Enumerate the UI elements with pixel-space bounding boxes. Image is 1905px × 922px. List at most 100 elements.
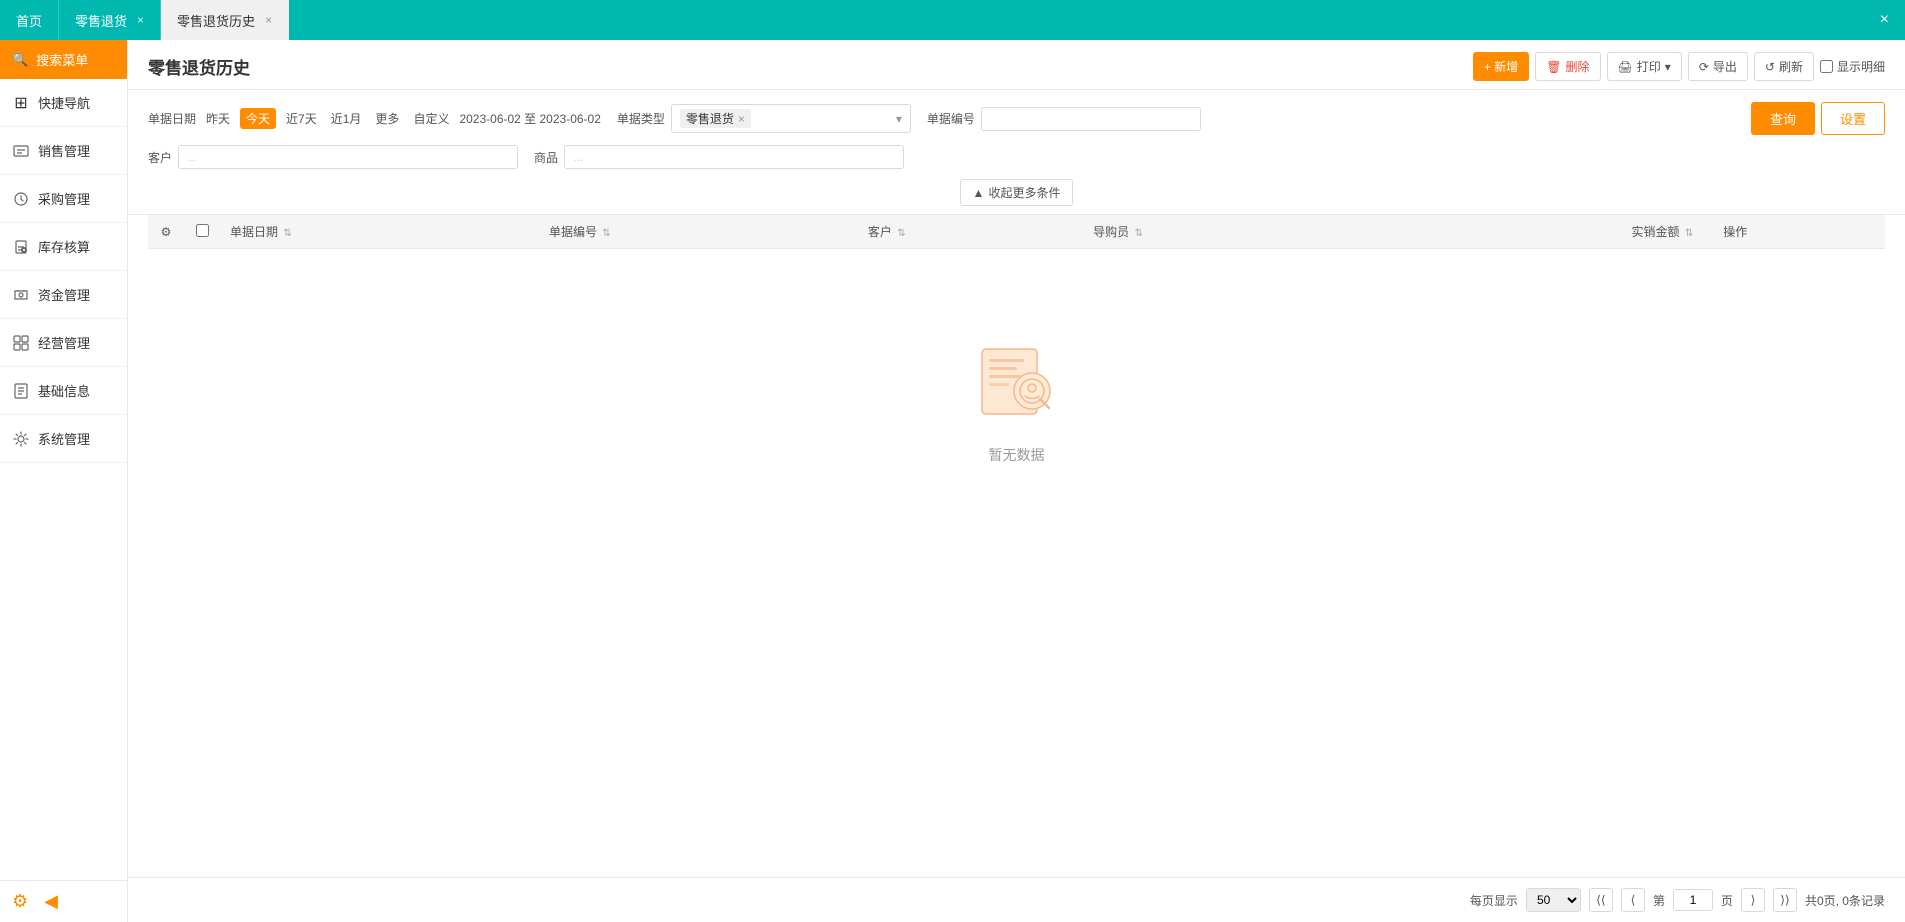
per-page-select[interactable]: 50 10 20 100: [1526, 888, 1581, 912]
date-range-display: 2023-06-02 至 2023-06-02: [459, 110, 600, 127]
date-option-custom[interactable]: 自定义: [409, 108, 453, 129]
sidebar-item-system[interactable]: 系统管理: [0, 415, 127, 463]
sidebar-item-system-label: 系统管理: [38, 429, 90, 448]
customer-filter-item: 客户 ...: [148, 145, 518, 169]
delete-icon: 🗑: [1546, 60, 1561, 74]
date-option-yesterday[interactable]: 昨天: [202, 108, 234, 129]
empty-state-row: 暂无数据: [148, 249, 1885, 546]
collapse-row: ▲ 收起更多条件: [148, 179, 1885, 206]
page-label: 第: [1653, 892, 1665, 909]
basic-info-icon: [12, 382, 30, 400]
sidebar-item-quick-nav[interactable]: ⊞ 快捷导航: [0, 79, 127, 127]
sidebar-item-sales[interactable]: 销售管理: [0, 127, 127, 175]
tab-retail-return-history-close[interactable]: ×: [265, 13, 272, 27]
search-icon: 🔍: [12, 52, 28, 68]
next-page-button[interactable]: ⟩: [1741, 888, 1765, 912]
refresh-button[interactable]: ↺ 刷新: [1754, 52, 1814, 81]
voucher-type-label: 单据类型: [617, 110, 665, 127]
export-button[interactable]: ⟳ 导出: [1688, 52, 1748, 81]
sidebar-search[interactable]: 🔍 搜索菜单: [0, 40, 127, 79]
voucher-type-filter-item: 单据类型 零售退货 × ▾: [617, 104, 911, 133]
th-amount-label: 实销金额: [1632, 225, 1680, 239]
quick-nav-icon: ⊞: [12, 94, 30, 112]
customer-placeholder: ...: [187, 150, 197, 164]
date-option-more[interactable]: 更多: [371, 108, 403, 129]
export-icon: ⟳: [1699, 60, 1709, 74]
print-icon: 🖨: [1618, 60, 1633, 74]
th-operations: 操作: [1713, 215, 1885, 249]
current-page-input[interactable]: [1673, 889, 1713, 911]
tab-retail-return-history-label: 零售退货历史: [177, 11, 255, 30]
query-button[interactable]: 查询: [1751, 102, 1815, 135]
th-guide[interactable]: 导购员 ⇅: [1083, 215, 1355, 249]
date-option-today[interactable]: 今天: [240, 108, 276, 129]
sidebar-item-purchase-label: 采购管理: [38, 189, 90, 208]
empty-state: 暂无数据: [148, 249, 1885, 545]
voucher-number-label: 单据编号: [927, 110, 975, 127]
voucher-type-clear-icon[interactable]: ×: [738, 112, 745, 126]
th-amount[interactable]: 实销金额 ⇅: [1355, 215, 1713, 249]
voucher-number-filter-item: 单据编号: [927, 107, 1201, 131]
content-area: 零售退货历史 + 新增 🗑 删除 🖨 打印 ▾ ⟳ 导出 ↺: [128, 40, 1905, 922]
show-detail-checkbox[interactable]: [1820, 60, 1833, 73]
date-options-group: 昨天 今天 近7天 近1月 更多 自定义: [202, 108, 453, 129]
add-button[interactable]: + 新增: [1473, 52, 1529, 81]
settings-gear-icon[interactable]: ⚙: [12, 891, 28, 912]
column-settings-icon[interactable]: ⚙: [161, 225, 172, 239]
sidebar-item-inventory[interactable]: 库存核算: [0, 223, 127, 271]
last-page-button[interactable]: ⟩⟩: [1773, 888, 1797, 912]
tab-retail-return-label: 零售退货: [75, 11, 127, 30]
table-header-row: ⚙ 单据日期 ⇅ 单据编号 ⇅: [148, 215, 1885, 249]
tab-retail-return[interactable]: 零售退货 ×: [59, 0, 161, 40]
table-container: ⚙ 单据日期 ⇅ 单据编号 ⇅: [128, 215, 1905, 877]
prev-page-button[interactable]: ⟨: [1621, 888, 1645, 912]
sidebar-item-sales-label: 销售管理: [38, 141, 90, 160]
data-table: ⚙ 单据日期 ⇅ 单据编号 ⇅: [148, 215, 1885, 545]
customer-input[interactable]: ...: [178, 145, 518, 169]
filter-bar: 单据日期 昨天 今天 近7天 近1月 更多 自定义 2023-06-02 至 2…: [128, 90, 1905, 215]
inventory-icon: [12, 238, 30, 256]
sales-icon: [12, 142, 30, 160]
date-option-7days[interactable]: 近7天: [282, 108, 321, 129]
tab-retail-return-history[interactable]: 零售退货历史 ×: [161, 0, 289, 40]
operations-icon: [12, 334, 30, 352]
collapse-button[interactable]: ▲ 收起更多条件: [960, 179, 1074, 206]
select-all-checkbox[interactable]: [196, 224, 209, 237]
voucher-type-select[interactable]: 零售退货 × ▾: [671, 104, 911, 133]
pagination-bar: 每页显示 50 10 20 100 ⟨⟨ ⟨ 第 页 ⟩ ⟩⟩ 共0页, 0条记…: [128, 877, 1905, 922]
product-input[interactable]: ...: [564, 145, 904, 169]
refresh-icon: ↺: [1765, 60, 1775, 74]
show-detail-label[interactable]: 显示明细: [1820, 58, 1885, 75]
sidebar-item-operations[interactable]: 经营管理: [0, 319, 127, 367]
th-operations-label: 操作: [1723, 225, 1747, 239]
delete-label: 删除: [1566, 58, 1590, 75]
voucher-number-input[interactable]: [981, 107, 1201, 131]
tab-retail-return-close[interactable]: ×: [137, 13, 144, 27]
first-page-button[interactable]: ⟨⟨: [1589, 888, 1613, 912]
th-date-label: 单据日期: [230, 225, 278, 239]
product-placeholder: ...: [573, 150, 583, 164]
customer-label: 客户: [148, 149, 172, 166]
print-button[interactable]: 🖨 打印 ▾: [1607, 52, 1682, 81]
window-close-button[interactable]: ×: [1864, 11, 1905, 29]
product-label: 商品: [534, 149, 558, 166]
th-settings[interactable]: ⚙: [148, 215, 184, 249]
sidebar-item-basic-info-label: 基础信息: [38, 381, 90, 400]
th-checkbox[interactable]: [184, 215, 220, 249]
sidebar-item-finance[interactable]: 资金管理: [0, 271, 127, 319]
tab-home[interactable]: 首页: [0, 0, 59, 40]
th-number[interactable]: 单据编号 ⇅: [539, 215, 858, 249]
filter-row-1: 单据日期 昨天 今天 近7天 近1月 更多 自定义 2023-06-02 至 2…: [148, 102, 1885, 135]
setting-button[interactable]: 设置: [1821, 102, 1885, 135]
sidebar-item-operations-label: 经营管理: [38, 333, 90, 352]
th-date[interactable]: 单据日期 ⇅: [220, 215, 539, 249]
th-customer[interactable]: 客户 ⇅: [858, 215, 1083, 249]
collapse-icon[interactable]: ◀: [44, 891, 58, 912]
header-actions: + 新增 🗑 删除 🖨 打印 ▾ ⟳ 导出 ↺ 刷新: [1473, 52, 1885, 81]
delete-button[interactable]: 🗑 删除: [1535, 52, 1600, 81]
sidebar-item-inventory-label: 库存核算: [38, 237, 90, 256]
sidebar-item-purchase[interactable]: 采购管理: [0, 175, 127, 223]
th-customer-label: 客户: [868, 225, 892, 239]
sidebar-item-basic-info[interactable]: 基础信息: [0, 367, 127, 415]
date-option-1month[interactable]: 近1月: [327, 108, 366, 129]
